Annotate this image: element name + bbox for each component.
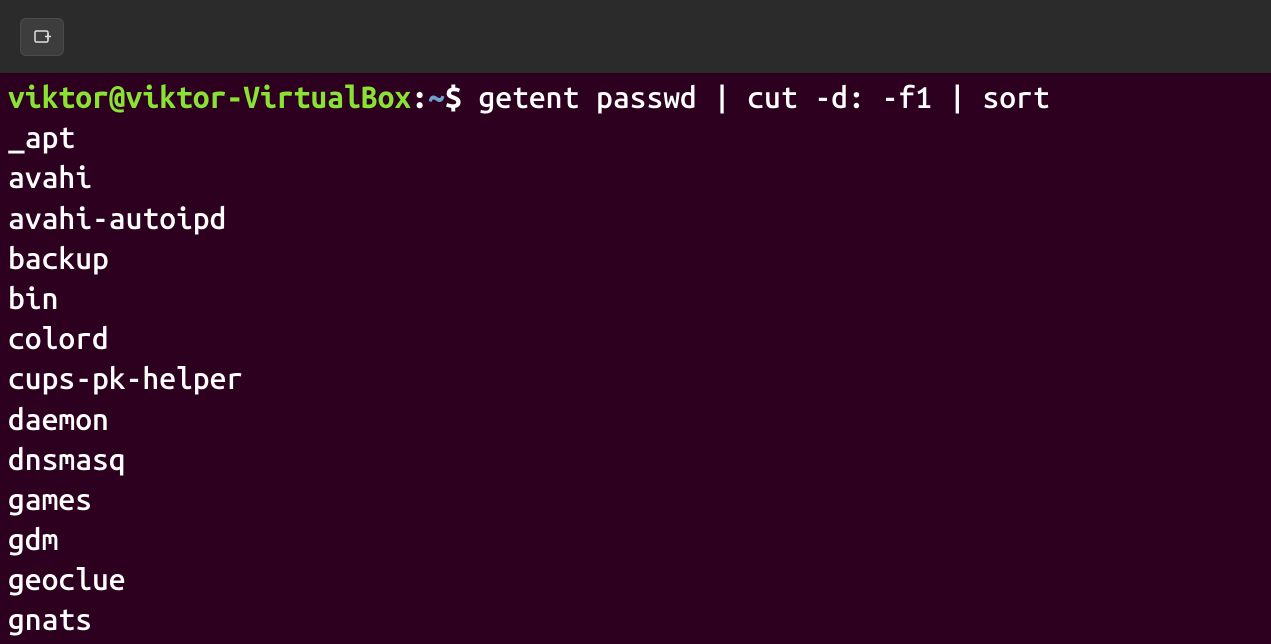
new-tab-icon	[32, 27, 52, 47]
prompt-line: viktor@viktor-VirtualBox:~$ getent passw…	[8, 77, 1263, 117]
prompt-path: ~	[428, 80, 445, 114]
output-line: gnats	[8, 599, 1263, 639]
prompt-separator: :	[411, 80, 428, 114]
output-line: bin	[8, 278, 1263, 318]
output-line: dnsmasq	[8, 439, 1263, 479]
terminal-body[interactable]: viktor@viktor-VirtualBox:~$ getent passw…	[0, 73, 1271, 644]
prompt-command: getent passwd | cut -d: -f1 | sort	[462, 80, 1050, 114]
titlebar	[0, 0, 1271, 73]
output-line: colord	[8, 318, 1263, 358]
prompt-user-host: viktor@viktor-VirtualBox	[8, 80, 411, 114]
new-tab-button[interactable]	[20, 18, 64, 56]
output-line: avahi-autoipd	[8, 198, 1263, 238]
output-line: gdm	[8, 519, 1263, 559]
prompt-symbol: $	[445, 80, 462, 114]
output-line: geoclue	[8, 559, 1263, 599]
output-line: _apt	[8, 117, 1263, 157]
output-line: cups-pk-helper	[8, 358, 1263, 398]
output-line: avahi	[8, 157, 1263, 197]
terminal-output: _aptavahiavahi-autoipdbackupbincolordcup…	[8, 117, 1263, 639]
output-line: backup	[8, 238, 1263, 278]
output-line: daemon	[8, 399, 1263, 439]
output-line: games	[8, 479, 1263, 519]
